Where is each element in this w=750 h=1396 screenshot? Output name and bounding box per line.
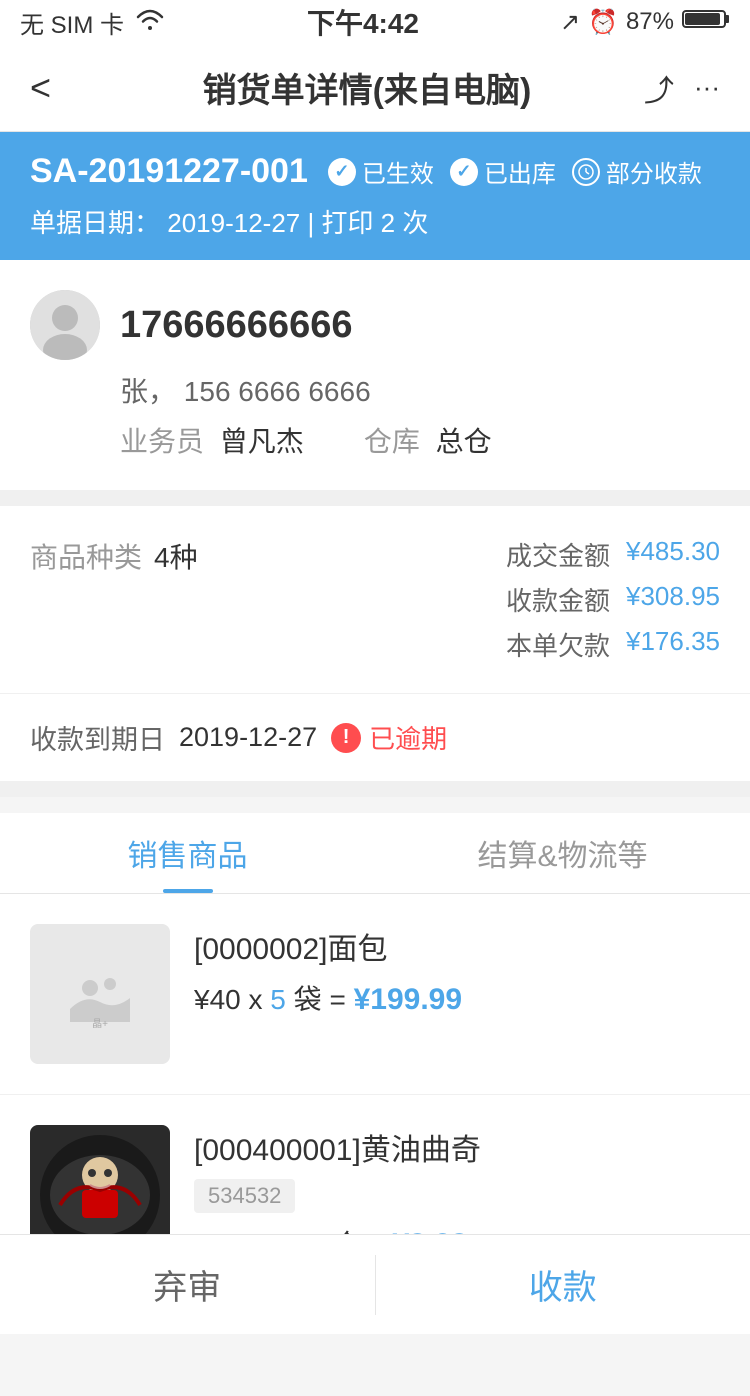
product-total-1: ¥199.99 [354,983,462,1016]
status-bar: 无 SIM 卡 下午4:42 ↗ ⏰ 87% [0,0,750,44]
salesman-value: 曾凡杰 [220,426,304,457]
product-price-row-1: ¥40 x 5 袋 = ¥199.99 [194,978,720,1018]
date-label: 单据日期： [30,208,160,238]
status-badge-3: 部分收款 [572,154,702,189]
category-label: 商品种类 [30,536,142,576]
overdue-label: 已逾期 [369,719,447,756]
customer-name-text: 张 [120,376,148,407]
status-time: 下午4:42 [307,2,419,42]
summary-section: 商品种类 4种 成交金额 ¥485.30 收款金额 ¥308.95 本单欠款 ¥… [0,506,750,693]
due-label: 收款到期日 [30,718,165,757]
divider-1 [0,490,750,506]
customer-tel: 156 6666 6666 [184,376,371,407]
salesman-info: 业务员 曾凡杰 [120,420,304,460]
customer-info: 张， 156 6666 6666 [120,370,720,410]
tabs: 销售商品 结算&物流等 [0,813,750,893]
status-badges: ✓ 已生效 ✓ 已出库 部分收款 [328,154,702,189]
product-image-1: 晶+ [30,924,170,1064]
back-button[interactable]: < [30,67,90,109]
abandon-review-button[interactable]: 弃审 [0,1235,375,1334]
location-icon: ↗ [560,8,580,37]
product-image-placeholder-1: 晶+ [30,924,170,1064]
banner-date: 单据日期： 2019-12-27 | 打印 2 次 [30,203,720,240]
divider-2 [0,781,750,797]
received-amount-value: ¥308.95 [626,581,720,618]
warehouse-label: 仓库 [364,426,420,457]
banner-top: SA-20191227-001 ✓ 已生效 ✓ 已出库 部分收款 [30,152,720,191]
order-id: SA-20191227-001 [30,152,308,191]
product-name-2: [000400001]黄油曲奇 [194,1125,720,1169]
deal-amount-row: 成交金额 ¥485.30 [506,536,720,573]
status-right: ↗ ⏰ 87% [560,8,730,37]
wifi-icon [134,8,166,37]
collect-payment-label: 收款 [529,1260,597,1309]
received-label: 收款金额 [506,581,610,618]
abandon-review-label: 弃审 [153,1260,221,1309]
nav-right-icons: ⤴ ··· [644,66,720,110]
check-icon-2: ✓ [450,158,478,186]
product-badge-2: 534532 [194,1179,295,1213]
customer-meta: 业务员 曾凡杰 仓库 总仓 [120,420,720,460]
battery-label: 87% [626,8,674,36]
bottom-bar: 弃审 收款 [0,1234,750,1334]
due-date-value: 2019-12-27 [179,722,317,753]
debt-amount-row: 本单欠款 ¥176.35 [506,626,720,663]
category-count: 4种 [154,536,198,576]
due-section: 收款到期日 2019-12-27 ! 已逾期 [0,693,750,781]
summary-right: 成交金额 ¥485.30 收款金额 ¥308.95 本单欠款 ¥176.35 [506,536,720,663]
overdue-icon: ! [331,723,361,753]
collect-payment-button[interactable]: 收款 [376,1235,750,1334]
tabs-section: 销售商品 结算&物流等 [0,813,750,894]
status-label-1: 已生效 [362,154,434,189]
summary-left: 商品种类 4种 [30,536,198,576]
received-amount-row: 收款金额 ¥308.95 [506,581,720,618]
customer-top: 17666666666 [30,290,720,360]
order-date: 2019-12-27 [167,208,300,238]
alarm-icon: ⏰ [588,8,618,37]
tab-label-0: 销售商品 [128,831,248,875]
status-left: 无 SIM 卡 [20,5,166,40]
more-button[interactable]: ··· [694,72,720,103]
status-badge-1: ✓ 已生效 [328,154,434,189]
overdue-badge: ! 已逾期 [331,719,447,756]
warehouse-value: 总仓 [436,426,492,457]
status-label-3: 部分收款 [606,154,702,189]
warehouse-info: 仓库 总仓 [364,420,492,460]
tab-label-1: 结算&物流等 [477,831,647,875]
summary-row: 商品种类 4种 成交金额 ¥485.30 收款金额 ¥308.95 本单欠款 ¥… [30,536,720,663]
product-name-1: [0000002]面包 [194,924,720,968]
deal-amount-value: ¥485.30 [626,536,720,573]
print-info: | 打印 2 次 [307,208,428,238]
check-icon-1: ✓ [328,158,356,186]
battery-icon [682,8,730,37]
tab-settlement[interactable]: 结算&物流等 [375,813,750,893]
customer-avatar [30,290,100,360]
product-price-1: ¥40 x 5 袋 = ¥199.99 [194,978,462,1018]
customer-section: 17666666666 张， 156 6666 6666 业务员 曾凡杰 仓库 … [0,260,750,490]
page-title: 销货单详情(来自电脑) [90,63,644,112]
salesman-label: 业务员 [120,426,204,457]
share-button[interactable]: ⤴ [644,66,674,110]
deal-amount-label: 成交金额 [506,536,610,573]
nav-bar: < 销货单详情(来自电脑) ⤴ ··· [0,44,750,132]
header-banner: SA-20191227-001 ✓ 已生效 ✓ 已出库 部分收款 [0,132,750,260]
svg-text:晶+: 晶+ [92,1018,108,1030]
status-badge-2: ✓ 已出库 [450,154,556,189]
clock-icon [572,158,600,186]
carrier-label: 无 SIM 卡 [20,5,124,40]
debt-label: 本单欠款 [506,626,610,663]
debt-amount-value: ¥176.35 [626,626,720,663]
product-info-1: [0000002]面包 ¥40 x 5 袋 = ¥199.99 [194,924,720,1018]
product-item-1: 晶+ [0000002]面包 ¥40 x 5 袋 = ¥199.99 [0,894,750,1095]
customer-phone: 17666666666 [120,304,352,347]
back-icon[interactable]: < [30,67,51,109]
tab-sales-products[interactable]: 销售商品 [0,813,375,893]
status-label-2: 已出库 [484,154,556,189]
